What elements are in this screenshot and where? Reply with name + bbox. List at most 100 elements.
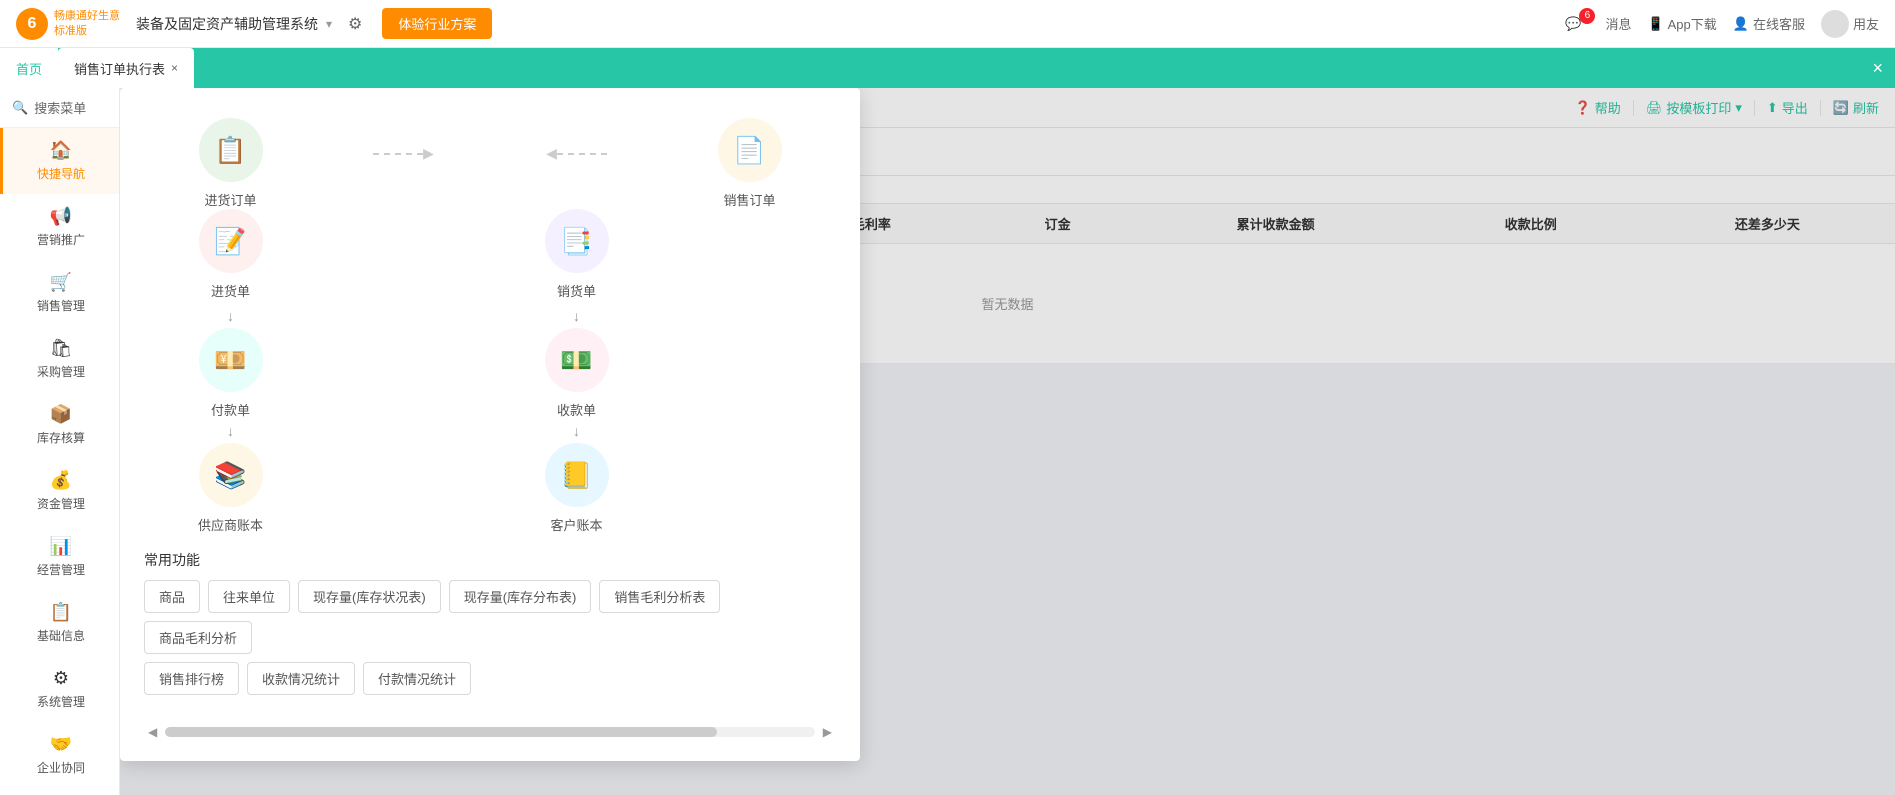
receipt-icon: 💵 — [545, 328, 609, 392]
header-right: 💬 6 消息 📱 App下载 👤 在线客服 用友 — [1565, 10, 1879, 38]
sidebar-item-marketing[interactable]: 📢 营销推广 — [0, 194, 119, 260]
arrow-down-3: ↓ — [144, 423, 317, 439]
top-header: 6 畅康通好生意 标准版 装备及固定资产辅助管理系统 ▾ ⚙ 体验行业方案 💬 … — [0, 0, 1895, 48]
flow-cell-supplier[interactable]: 📚 供应商账本 — [144, 443, 317, 534]
tab-bar-close-icon[interactable]: × — [1872, 58, 1883, 79]
sidebar-item-purchase-label: 采购管理 — [37, 363, 85, 380]
service-icon: 👤 — [1733, 16, 1749, 32]
purchase-order-icon: 📋 — [199, 118, 263, 182]
flow-empty-4 — [663, 328, 836, 419]
flow-cell-payment[interactable]: 💴 付款单 — [144, 328, 317, 419]
flow-cell-customer[interactable]: 📒 客户账本 — [490, 443, 663, 534]
finance-icon: 💰 — [50, 470, 72, 491]
tab-close-icon[interactable]: × — [171, 61, 178, 75]
empty-arr3 — [317, 423, 490, 439]
search-menu[interactable]: 🔍 搜索菜单 — [0, 88, 119, 128]
flow-empty-6 — [663, 443, 836, 534]
tab-bar: 首页 销售订单执行表 × × — [0, 48, 1895, 88]
func-btn-receipt-stats[interactable]: 收款情况统计 — [247, 662, 355, 695]
empty-arr1 — [317, 308, 490, 324]
logo-text: 畅康通好生意 标准版 — [54, 9, 120, 38]
scrollbar-track[interactable] — [165, 727, 815, 737]
logo-icon: 6 — [16, 8, 48, 40]
common-funcs-title: 常用功能 — [144, 550, 836, 570]
flow-empty-3 — [317, 328, 490, 419]
system-icon: ⚙ — [53, 668, 69, 689]
sidebar-item-purchase[interactable]: 🛍 采购管理 — [0, 326, 119, 392]
inventory-icon: 📦 — [50, 404, 72, 425]
sale-order-label: 销售订单 — [723, 190, 775, 209]
flow-cell-sale-bill[interactable]: 📑 销货单 — [490, 209, 663, 300]
supplier-icon: 📚 — [199, 443, 263, 507]
system-title: 装备及固定资产辅助管理系统 — [136, 14, 318, 34]
flow-row5: 📚 供应商账本 📒 客户账本 — [144, 443, 836, 534]
scroll-left-icon[interactable]: ◀ — [144, 723, 161, 741]
sidebar-item-finance-label: 资金管理 — [37, 495, 85, 512]
search-icon: 🔍 — [12, 100, 28, 116]
sidebar-item-newbie[interactable]: 📖 新手引导 — [0, 788, 119, 795]
customer-label: 客户账本 — [550, 515, 602, 534]
message-label: 消息 — [1605, 14, 1631, 33]
func-btn-payment-stats[interactable]: 付款情况统计 — [363, 662, 471, 695]
arrow-down-4: ↓ — [490, 423, 663, 439]
arrow-down-1: ↓ — [144, 308, 317, 324]
popup-body: 📋 进货订单 ▶ ◀ — [120, 88, 860, 761]
arrow-h2-rev: ◀ — [490, 145, 663, 182]
sidebar-item-operations-label: 经营管理 — [37, 561, 85, 578]
sidebar-item-quick-nav[interactable]: 🏠 快捷导航 — [0, 128, 119, 194]
sidebar-item-finance[interactable]: 💰 资金管理 — [0, 458, 119, 524]
sidebar-item-inventory[interactable]: 📦 库存核算 — [0, 392, 119, 458]
flow-empty-5 — [317, 443, 490, 534]
func-btn-parties[interactable]: 往来单位 — [208, 580, 290, 613]
dropdown-arrow-icon[interactable]: ▾ — [326, 17, 332, 31]
marketing-icon: 📢 — [50, 206, 72, 227]
func-btn-sales-gross[interactable]: 销售毛利分析表 — [599, 580, 720, 613]
content-area: ❓ 帮助 🖨 按模板打印 ▾ ⬆ 导出 🔄 刷新 📅 — [120, 88, 1895, 795]
func-btn-sales-rank[interactable]: 销售排行榜 — [144, 662, 239, 695]
scroll-nav: ◀ ▶ — [144, 719, 836, 745]
trial-button[interactable]: 体验行业方案 — [382, 8, 492, 39]
sidebar-item-sales[interactable]: 🛒 销售管理 — [0, 260, 119, 326]
system-title-area: 装备及固定资产辅助管理系统 ▾ ⚙ 体验行业方案 — [136, 8, 1565, 39]
customer-icon: 📒 — [545, 443, 609, 507]
avatar — [1821, 10, 1849, 38]
flow-diagram: 📋 进货订单 ▶ ◀ — [144, 108, 836, 308]
sale-bill-label: 销货单 — [557, 281, 596, 300]
flow-cell-purchase-bill[interactable]: 📝 进货单 — [144, 209, 317, 300]
payment-label: 付款单 — [211, 400, 250, 419]
app-download-item[interactable]: 📱 App下载 — [1647, 14, 1716, 33]
supplier-label: 供应商账本 — [198, 515, 263, 534]
message-item[interactable]: 💬 6 消息 — [1565, 14, 1631, 33]
func-btn-product-gross[interactable]: 商品毛利分析 — [144, 621, 252, 654]
sidebar-item-operations[interactable]: 📊 经营管理 — [0, 524, 119, 590]
base-icon: 📋 — [50, 602, 72, 623]
quick-nav-icon: 🏠 — [50, 140, 72, 161]
payment-icon: 💴 — [199, 328, 263, 392]
receipt-label: 收款单 — [557, 400, 596, 419]
sidebar-item-system[interactable]: ⚙ 系统管理 — [0, 656, 119, 722]
func-btn-stock-status[interactable]: 现存量(库存状况表) — [298, 580, 441, 613]
sidebar-item-base[interactable]: 📋 基础信息 — [0, 590, 119, 656]
func-btn-product[interactable]: 商品 — [144, 580, 200, 613]
service-label: 在线客服 — [1753, 14, 1805, 33]
purchase-bill-icon: 📝 — [199, 209, 263, 273]
func-btn-stock-dist[interactable]: 现存量(库存分布表) — [449, 580, 592, 613]
tab-bar-inner: 首页 销售订单执行表 × — [0, 48, 1872, 88]
settings-icon[interactable]: ⚙ — [348, 14, 362, 34]
user-label: 用友 — [1853, 14, 1879, 33]
tab-sales-order-label: 销售订单执行表 — [74, 59, 165, 78]
user-item[interactable]: 用友 — [1821, 10, 1879, 38]
flow-cell-sale-order[interactable]: 📄 销售订单 — [663, 118, 836, 209]
sidebar-item-collab[interactable]: 🤝 企业协同 — [0, 722, 119, 788]
empty-arr2 — [663, 308, 836, 324]
scroll-right-icon[interactable]: ▶ — [819, 723, 836, 741]
func-buttons-row2: 销售排行榜 收款情况统计 付款情况统计 — [144, 662, 836, 695]
tab-home[interactable]: 首页 — [0, 48, 58, 88]
online-service-item[interactable]: 👤 在线客服 — [1733, 14, 1805, 33]
tab-sales-order[interactable]: 销售订单执行表 × — [58, 48, 194, 88]
search-menu-label: 搜索菜单 — [34, 98, 86, 117]
flow-cell-receipt[interactable]: 💵 收款单 — [490, 328, 663, 419]
flow-cell-purchase-order[interactable]: 📋 进货订单 — [144, 118, 317, 209]
app-icon: 📱 — [1647, 16, 1663, 32]
sidebar-item-inventory-label: 库存核算 — [37, 429, 85, 446]
